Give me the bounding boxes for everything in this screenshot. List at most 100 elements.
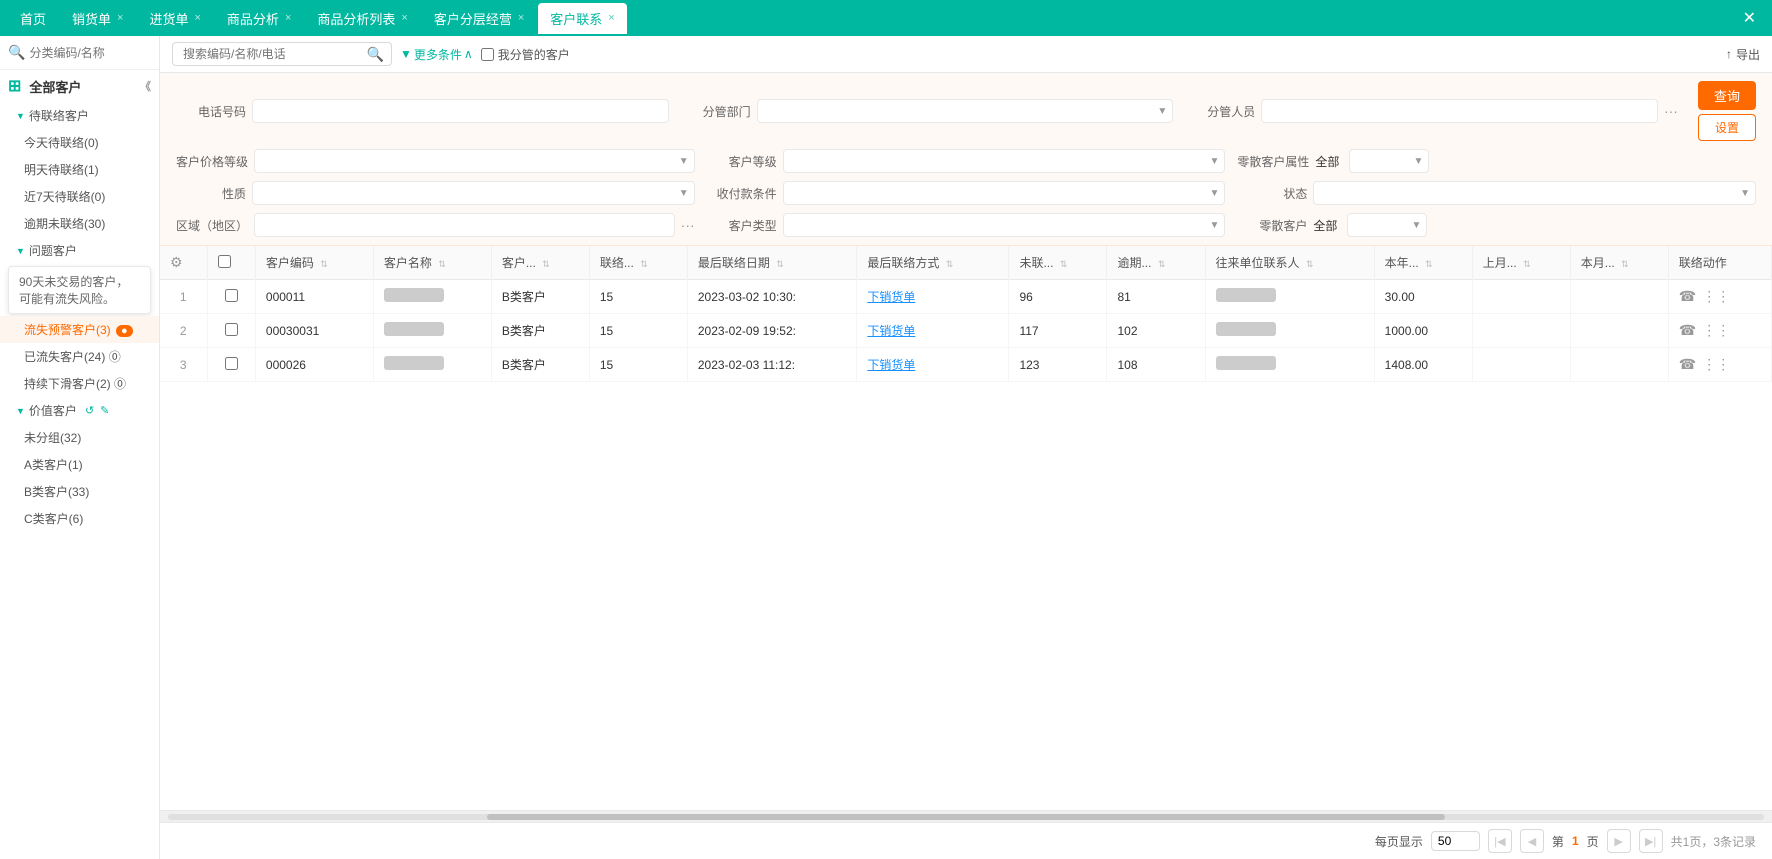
filter-field-area: 区域（地区） ···	[176, 213, 695, 237]
filter-zero-attr-select[interactable]	[1349, 149, 1429, 173]
filter-manager-input[interactable]	[1261, 99, 1658, 123]
filter-manager-dots[interactable]: ···	[1664, 103, 1678, 119]
row-3-date: 2023-02-03 11:12:	[687, 348, 856, 382]
th-month-sort[interactable]: ⇅	[1621, 259, 1629, 269]
tab-customer-tier-close[interactable]: ×	[518, 12, 524, 24]
filter-search-icon[interactable]: 🔍	[367, 46, 384, 63]
filter-price-select[interactable]	[254, 149, 695, 173]
tab-analysis-list[interactable]: 商品分析列表 ×	[305, 3, 419, 34]
sidebar-item-a-class[interactable]: A类客户(1)	[0, 451, 159, 478]
filter-payment-select[interactable]	[783, 181, 1226, 205]
query-button[interactable]: 查询	[1698, 81, 1756, 110]
tab-customer-contact-close[interactable]: ×	[608, 12, 614, 24]
th-current-month-label: 本月...	[1581, 256, 1615, 270]
th-date-sort[interactable]: ⇅	[776, 259, 784, 269]
row-3-more-icon[interactable]: ⋮⋮	[1702, 356, 1730, 373]
last-page-btn[interactable]: ▶|	[1639, 829, 1663, 853]
prev-page-btn[interactable]: ◀	[1520, 829, 1544, 853]
tab-purchase-close[interactable]: ×	[194, 12, 200, 24]
th-current-month: 本月... ⇅	[1570, 246, 1668, 280]
tab-customer-tier[interactable]: 客户分层经营 ×	[422, 3, 536, 34]
filter-search-input[interactable]	[172, 42, 392, 66]
sidebar-item-churned[interactable]: 已流失客户(24) ⓪	[0, 343, 159, 370]
sidebar-item-churn-warning[interactable]: 流失预警客户(3) ●	[0, 316, 159, 343]
tab-purchase[interactable]: 进货单 ×	[137, 3, 212, 34]
value-edit-icon[interactable]: ↺	[85, 404, 94, 417]
sidebar-search-input[interactable]	[29, 46, 160, 60]
tab-customer-contact-label: 客户联系	[550, 9, 602, 28]
row-2-method-link[interactable]: 下销货单	[867, 324, 915, 338]
filter-row-1: 电话号码 分管部门 ▼ 分管人员 ··· 查询 设置	[176, 81, 1756, 141]
sidebar-item-declining[interactable]: 持续下滑客户(2) ⓪	[0, 370, 159, 397]
first-page-btn[interactable]: |◀	[1488, 829, 1512, 853]
filter-dept-select[interactable]	[757, 99, 1174, 123]
filter-area-dots[interactable]: ···	[681, 217, 695, 233]
per-page-select[interactable]: 50 100 200	[1431, 831, 1480, 851]
horizontal-scrollbar[interactable]	[160, 810, 1772, 822]
sidebar-group-pending[interactable]: ▼ 待联络客户	[0, 102, 159, 129]
tab-sales[interactable]: 销货单 ×	[60, 3, 135, 34]
sidebar-group-problem[interactable]: ▼ 问题客户	[0, 237, 159, 264]
tab-sales-close[interactable]: ×	[117, 12, 123, 24]
table-settings-icon[interactable]: ⚙	[170, 254, 183, 270]
sidebar-item-today[interactable]: 今天待联络(0)	[0, 129, 159, 156]
row-3-contact-icon[interactable]: ☎	[1679, 356, 1696, 373]
row-2-more-icon[interactable]: ⋮⋮	[1702, 322, 1730, 339]
tab-home[interactable]: 首页	[8, 3, 58, 34]
tab-analysis[interactable]: 商品分析 ×	[215, 3, 303, 34]
sidebar-item-7days[interactable]: 近7天待联络(0)	[0, 183, 159, 210]
filter-phone-input[interactable]	[252, 99, 669, 123]
row-1-select[interactable]	[225, 289, 238, 302]
export-btn[interactable]: ↑ 导出	[1726, 46, 1760, 63]
row-1-contact-icon[interactable]: ☎	[1679, 288, 1696, 305]
filter-customer-level-select[interactable]	[783, 149, 1226, 173]
row-2-contact-icon[interactable]: ☎	[1679, 322, 1696, 339]
filter-field-zero-attr: 零散客户属性 全部 ▼	[1237, 149, 1756, 173]
th-name-sort[interactable]: ⇅	[438, 259, 446, 269]
filter-more-btn[interactable]: ▼ 更多条件 ∧	[400, 46, 473, 63]
row-3-method-link[interactable]: 下销货单	[867, 358, 915, 372]
th-uncontacted-sort[interactable]: ⇅	[1060, 259, 1068, 269]
sidebar-group-value[interactable]: ▼ 价值客户 ↺ ✎	[0, 397, 159, 424]
sidebar-item-b-class[interactable]: B类客户(33)	[0, 478, 159, 505]
th-last-month-sort[interactable]: ⇅	[1523, 259, 1531, 269]
sidebar-item-ungroup[interactable]: 未分组(32)	[0, 424, 159, 451]
sidebar-item-tomorrow[interactable]: 明天待联络(1)	[0, 156, 159, 183]
my-customers-checkbox[interactable]	[481, 48, 494, 61]
sidebar-all-customers[interactable]: ⊞ 全部客户 《	[0, 70, 159, 102]
filter-status-select[interactable]	[1313, 181, 1756, 205]
row-3-select[interactable]	[225, 357, 238, 370]
th-contact-count: 联络... ⇅	[589, 246, 687, 280]
tab-customer-contact[interactable]: 客户联系 ×	[538, 3, 626, 34]
th-overdue-sort[interactable]: ⇅	[1158, 259, 1166, 269]
th-code-sort[interactable]: ⇅	[320, 259, 328, 269]
row-2-select[interactable]	[225, 323, 238, 336]
value-config-icon[interactable]: ✎	[100, 404, 109, 417]
next-page-btn[interactable]: ▶	[1607, 829, 1631, 853]
export-label: 导出	[1736, 46, 1760, 63]
filter-field-dept: 分管部门 ▼	[681, 99, 1174, 123]
sidebar-item-overdue[interactable]: 逾期未联络(30)	[0, 210, 159, 237]
th-type-sort[interactable]: ⇅	[542, 259, 550, 269]
settings-button[interactable]: 设置	[1698, 114, 1756, 141]
tab-analysis-close[interactable]: ×	[285, 12, 291, 24]
filter-gender-select[interactable]	[252, 181, 695, 205]
row-1-method-link[interactable]: 下销货单	[867, 290, 915, 304]
row-2-person-blurred	[1216, 322, 1276, 336]
select-all-checkbox[interactable]	[218, 255, 231, 268]
sidebar-item-c-class[interactable]: C类客户(6)	[0, 505, 159, 532]
th-uncontacted: 未联... ⇅	[1009, 246, 1107, 280]
window-close-icon[interactable]: ✕	[1735, 4, 1764, 32]
filter-area-input[interactable]	[254, 213, 675, 237]
th-contact-sort[interactable]: ⇅	[640, 259, 648, 269]
filter-field-zero-customer: 零散客户 全部 ▼	[1237, 213, 1756, 237]
filter-zero-customer-select[interactable]	[1347, 213, 1427, 237]
th-method-sort[interactable]: ⇅	[946, 259, 954, 269]
th-person-sort[interactable]: ⇅	[1306, 259, 1314, 269]
th-year-sort[interactable]: ⇅	[1425, 259, 1433, 269]
scrollbar-thumb[interactable]	[487, 814, 1445, 820]
row-1-method: 下销货单	[857, 280, 1009, 314]
filter-customer-type-select[interactable]	[783, 213, 1226, 237]
tab-analysis-list-close[interactable]: ×	[401, 12, 407, 24]
row-1-more-icon[interactable]: ⋮⋮	[1702, 288, 1730, 305]
